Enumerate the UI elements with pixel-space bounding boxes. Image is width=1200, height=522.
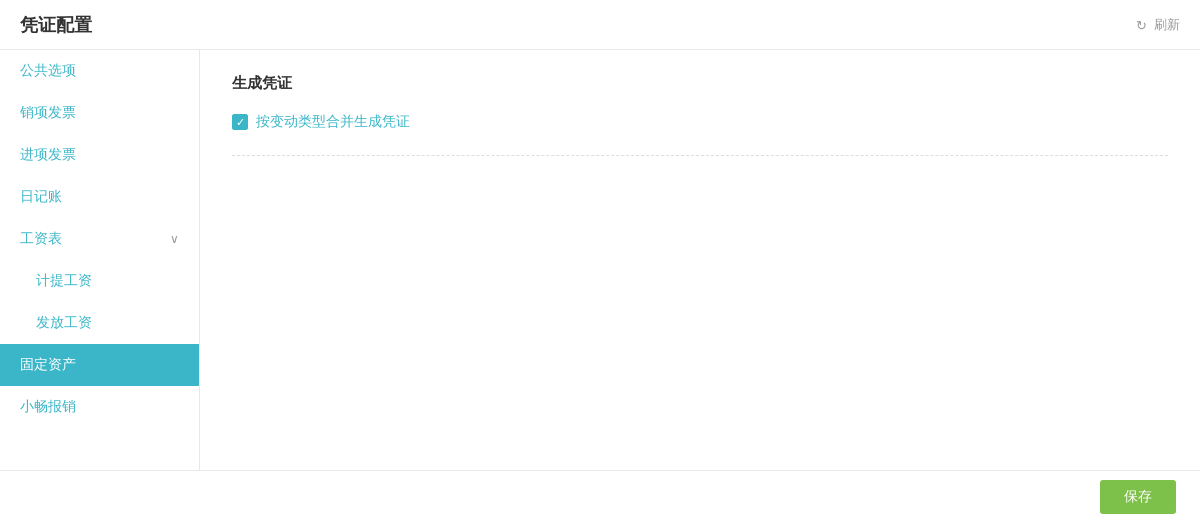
section-divider (232, 155, 1168, 156)
sidebar-item-fixed-assets[interactable]: 固定资产 (0, 344, 199, 386)
chevron-down-icon: ∨ (170, 232, 179, 246)
body-wrapper: 公共选项销项发票进项发票日记账工资表 ∨ 计提工资发放工资固定资产小畅报销 生成凭证… (0, 50, 1200, 470)
section-title: 生成凭证 (232, 74, 1168, 93)
refresh-label: 刷新 (1154, 16, 1180, 34)
save-button[interactable]: 保存 (1100, 480, 1176, 514)
sidebar-item-label: 固定资产 (20, 356, 76, 374)
sidebar-item-label: 发放工资 (36, 314, 92, 332)
sidebar-item-purchase-invoice[interactable]: 进项发票 (0, 134, 199, 176)
sidebar-item-public-options[interactable]: 公共选项 (0, 50, 199, 92)
sidebar-item-label: 销项发票 (20, 104, 76, 122)
main-content: 生成凭证 按变动类型合并生成凭证 (200, 50, 1200, 470)
sidebar-item-label: 工资表 (20, 230, 62, 248)
sidebar-item-label: 进项发票 (20, 146, 76, 164)
sidebar-item-commission-salary[interactable]: 计提工资 (0, 260, 199, 302)
merge-by-type-checkbox[interactable] (232, 114, 248, 130)
sidebar-item-label: 计提工资 (36, 272, 92, 290)
header: 凭证配置 ↻ 刷新 (0, 0, 1200, 50)
page-title: 凭证配置 (20, 13, 92, 37)
sidebar-item-label: 公共选项 (20, 62, 76, 80)
sidebar-item-sales-invoice[interactable]: 销项发票 (0, 92, 199, 134)
sidebar-item-expense-report[interactable]: 小畅报销 (0, 386, 199, 428)
sidebar-item-journal[interactable]: 日记账 (0, 176, 199, 218)
sidebar-item-label: 日记账 (20, 188, 62, 206)
checkbox-label: 按变动类型合并生成凭证 (256, 113, 410, 131)
sidebar-item-pay-salary[interactable]: 发放工资 (0, 302, 199, 344)
footer: 保存 (0, 470, 1200, 522)
refresh-button[interactable]: ↻ 刷新 (1136, 16, 1180, 34)
refresh-icon: ↻ (1136, 18, 1150, 32)
sidebar: 公共选项销项发票进项发票日记账工资表 ∨ 计提工资发放工资固定资产小畅报销 (0, 50, 200, 470)
sidebar-item-label: 小畅报销 (20, 398, 76, 416)
checkbox-row: 按变动类型合并生成凭证 (232, 113, 1168, 131)
sidebar-item-payroll-table[interactable]: 工资表 ∨ (0, 218, 199, 260)
